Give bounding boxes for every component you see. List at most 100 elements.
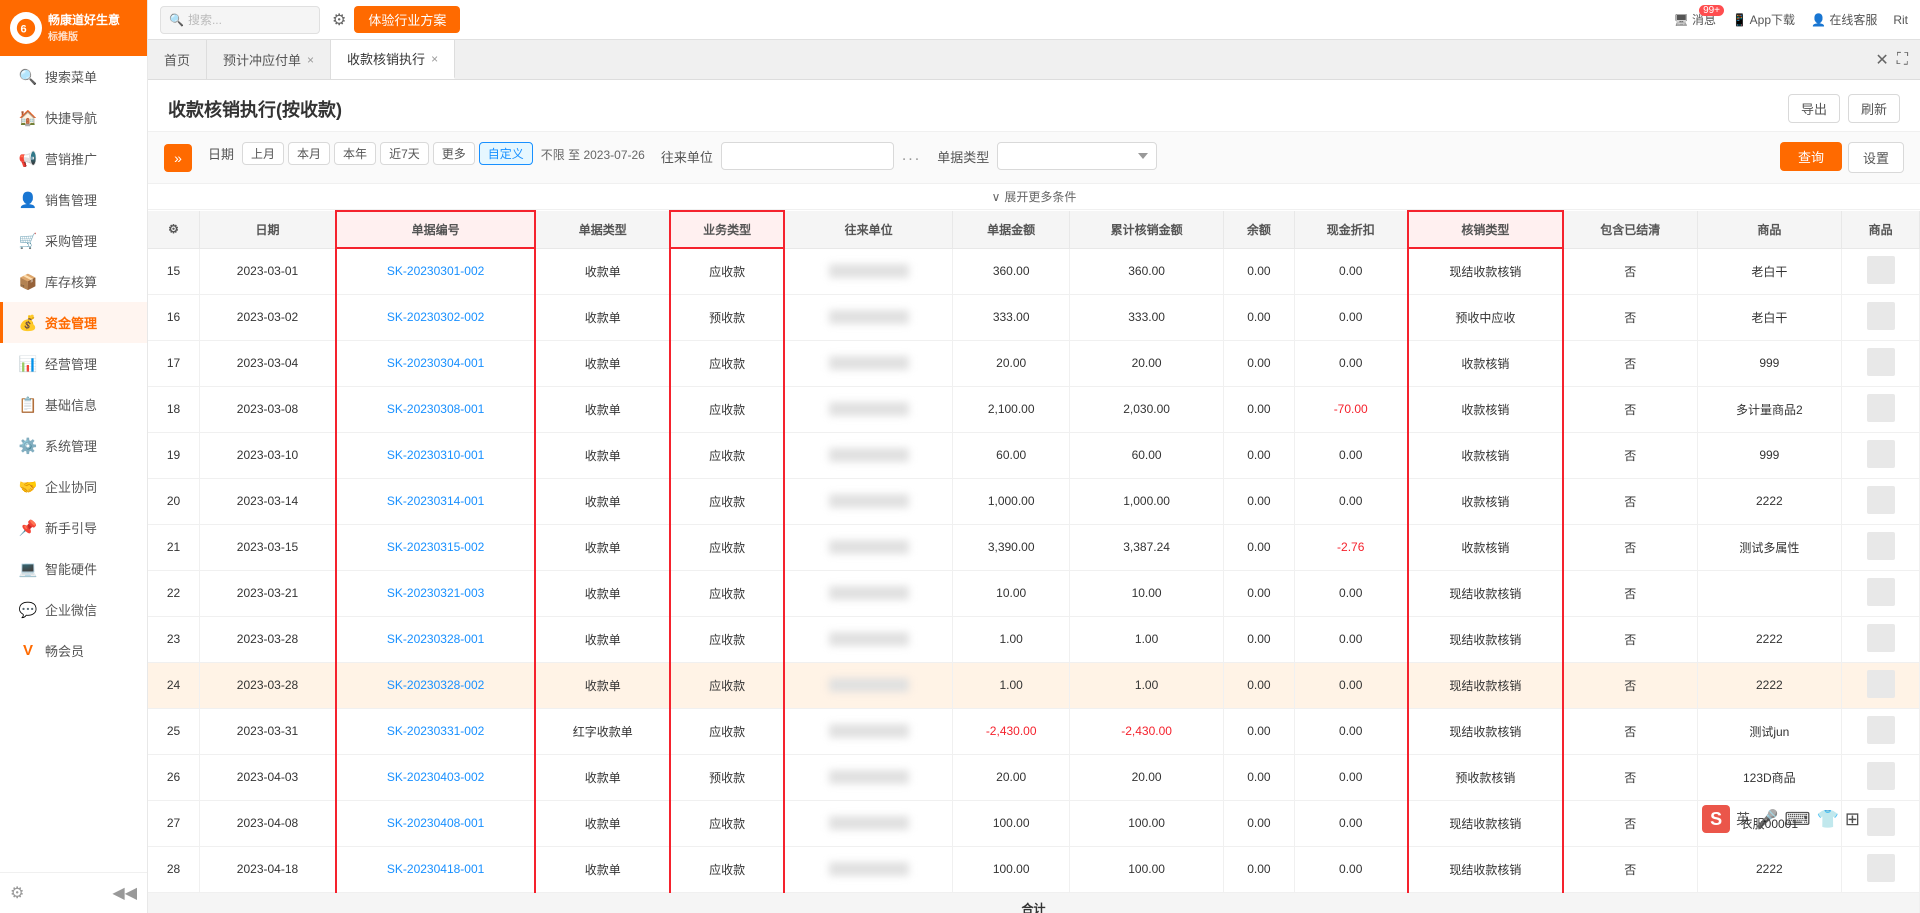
collapse-icon[interactable]: ◀◀ <box>112 883 137 903</box>
sidebar-item-marketing[interactable]: 📢 营销推广 <box>0 138 147 179</box>
sidebar-item-finance[interactable]: 💰 资金管理 <box>0 302 147 343</box>
cell-offset-type: 收款核销 <box>1408 524 1564 570</box>
expand-more-label: 展开更多条件 <box>1004 188 1076 205</box>
doc-no-link[interactable]: SK-20230302-002 <box>387 310 484 324</box>
message-icon: 🖥 <box>1673 13 1688 27</box>
doc-no-link[interactable]: SK-20230315-002 <box>387 540 484 554</box>
cell-biz-type: 应收款 <box>670 386 784 432</box>
topbar-search-text: 搜索... <box>188 11 222 28</box>
date-btn-7days[interactable]: 近7天 <box>380 142 429 165</box>
cell-date: 2023-04-03 <box>200 754 336 800</box>
date-btn-custom[interactable]: 自定义 <box>479 142 533 165</box>
cell-offset-type: 现结收款核销 <box>1408 662 1564 708</box>
export-button[interactable]: 导出 <box>1788 94 1840 123</box>
cell-date: 2023-03-01 <box>200 248 336 294</box>
tab-payable-close-icon[interactable]: × <box>307 53 314 67</box>
refresh-button[interactable]: 刷新 <box>1848 94 1900 123</box>
page-title: 收款核销执行(按收款) <box>168 96 342 122</box>
sidebar-item-hardware[interactable]: 💻 智能硬件 <box>0 548 147 589</box>
cell-cash-discount: 0.00 <box>1294 432 1407 478</box>
filter-action-buttons: 查询 设置 <box>1780 142 1904 173</box>
doc-no-link[interactable]: SK-20230328-001 <box>387 632 484 646</box>
watermark-icons: 🎤 ⌨ 👕 ⊞ <box>1756 809 1860 830</box>
sidebar-item-enterprise[interactable]: 🤝 企业协同 <box>0 466 147 507</box>
sidebar-item-guide[interactable]: 📌 新手引导 <box>0 507 147 548</box>
sidebar-item-member[interactable]: V 畅会员 <box>0 630 147 671</box>
settings-button[interactable]: 设置 <box>1848 142 1904 173</box>
cell-has-settled: 否 <box>1563 248 1697 294</box>
system-icon: ⚙️ <box>19 437 37 455</box>
cell-doc-type: 收款单 <box>535 294 670 340</box>
cell-balance: 0.00 <box>1224 340 1295 386</box>
cell-cash-discount: 0.00 <box>1294 754 1407 800</box>
doc-no-link[interactable]: SK-20230331-002 <box>387 724 484 738</box>
date-btn-last-month[interactable]: 上月 <box>242 142 284 165</box>
doc-no-link[interactable]: SK-20230314-001 <box>387 494 484 508</box>
quick-nav-icon: 🏠 <box>19 109 37 127</box>
topbar: 🔍 搜索... ⚙ 体验行业方案 🖥 消息 99+ 📱 App下载 👤 在线客服… <box>148 0 1920 40</box>
cell-cash-discount: 0.00 <box>1294 340 1407 386</box>
sidebar-item-purchase[interactable]: 🛒 采购管理 <box>0 220 147 261</box>
sidebar-item-search-menu[interactable]: 🔍 搜索菜单 <box>0 56 147 97</box>
cell-biz-type: 应收款 <box>670 800 784 846</box>
cell-goods1: 老白干 <box>1697 248 1842 294</box>
sidebar-bottom: ⚙ ◀◀ <box>0 872 147 913</box>
cell-balance: 0.00 <box>1224 432 1295 478</box>
online-service-link[interactable]: 👤 在线客服 <box>1811 11 1877 28</box>
tab-payable[interactable]: 预计冲应付单 × <box>207 40 331 79</box>
filter-receipt-type-select[interactable] <box>997 142 1157 170</box>
tab-home[interactable]: 首页 <box>148 40 207 79</box>
date-btn-more[interactable]: 更多 <box>433 142 475 165</box>
cell-no: 18 <box>148 386 200 432</box>
cell-doc-type: 收款单 <box>535 248 670 294</box>
app-download-link[interactable]: 📱 App下载 <box>1732 11 1795 28</box>
sidebar-item-quick-nav[interactable]: 🏠 快捷导航 <box>0 97 147 138</box>
doc-no-link[interactable]: SK-20230308-001 <box>387 402 484 416</box>
th-settings[interactable]: ⚙ <box>148 211 200 248</box>
sidebar-item-inventory[interactable]: 📦 库存核算 <box>0 261 147 302</box>
guide-icon: 📌 <box>19 519 37 537</box>
solution-button[interactable]: 体验行业方案 <box>354 6 460 33</box>
table-row: 18 2023-03-08 SK-20230308-001 收款单 应收款 2,… <box>148 386 1920 432</box>
user-name: Rit <box>1893 13 1908 27</box>
sidebar-item-label: 企业微信 <box>45 600 97 619</box>
topbar-gear-icon[interactable]: ⚙ <box>332 10 346 30</box>
doc-no-link[interactable]: SK-20230408-001 <box>387 816 484 830</box>
cell-has-settled: 否 <box>1563 524 1697 570</box>
sidebar-item-sales[interactable]: 👤 销售管理 <box>0 179 147 220</box>
cell-doc-type: 收款单 <box>535 340 670 386</box>
expand-more-button[interactable]: ∨ 展开更多条件 <box>992 188 1077 205</box>
tab-close-all-icon[interactable]: ✕ <box>1875 50 1888 70</box>
doc-no-link[interactable]: SK-20230328-002 <box>387 678 484 692</box>
tab-collection-close-icon[interactable]: × <box>431 52 438 66</box>
topbar-search-box[interactable]: 🔍 搜索... <box>160 6 320 34</box>
filter-expand-button[interactable]: » <box>164 144 192 172</box>
sidebar-item-operation[interactable]: 📊 经营管理 <box>0 343 147 384</box>
sidebar-item-wechat[interactable]: 💬 企业微信 <box>0 589 147 630</box>
doc-no-link[interactable]: SK-20230321-003 <box>387 586 484 600</box>
cell-biz-type: 应收款 <box>670 432 784 478</box>
tab-collection[interactable]: 收款核销执行 × <box>331 40 455 79</box>
cell-partner <box>784 478 952 524</box>
message-badge[interactable]: 🖥 消息 99+ <box>1673 11 1716 28</box>
sidebar-item-system[interactable]: ⚙️ 系统管理 <box>0 425 147 466</box>
tab-expand-icon[interactable]: ⛶ <box>1897 51 1908 69</box>
doc-no-link[interactable]: SK-20230301-002 <box>387 264 484 278</box>
cell-partner <box>784 432 952 478</box>
date-btn-this-month[interactable]: 本月 <box>288 142 330 165</box>
cell-goods1: 多计量商品2 <box>1697 386 1842 432</box>
settings-bottom-icon[interactable]: ⚙ <box>10 883 24 903</box>
marketing-icon: 📢 <box>19 150 37 168</box>
cell-goods2 <box>1842 662 1920 708</box>
filter-partner-input[interactable] <box>721 142 894 170</box>
cell-total-offset: 60.00 <box>1070 432 1224 478</box>
doc-no-link[interactable]: SK-20230403-002 <box>387 770 484 784</box>
query-button[interactable]: 查询 <box>1780 142 1842 171</box>
doc-no-link[interactable]: SK-20230310-001 <box>387 448 484 462</box>
date-btn-this-year[interactable]: 本年 <box>334 142 376 165</box>
sidebar-item-basic-info[interactable]: 📋 基础信息 <box>0 384 147 425</box>
cell-offset-type: 收款核销 <box>1408 340 1564 386</box>
cell-goods2 <box>1842 432 1920 478</box>
doc-no-link[interactable]: SK-20230418-001 <box>387 862 484 876</box>
doc-no-link[interactable]: SK-20230304-001 <box>387 356 484 370</box>
